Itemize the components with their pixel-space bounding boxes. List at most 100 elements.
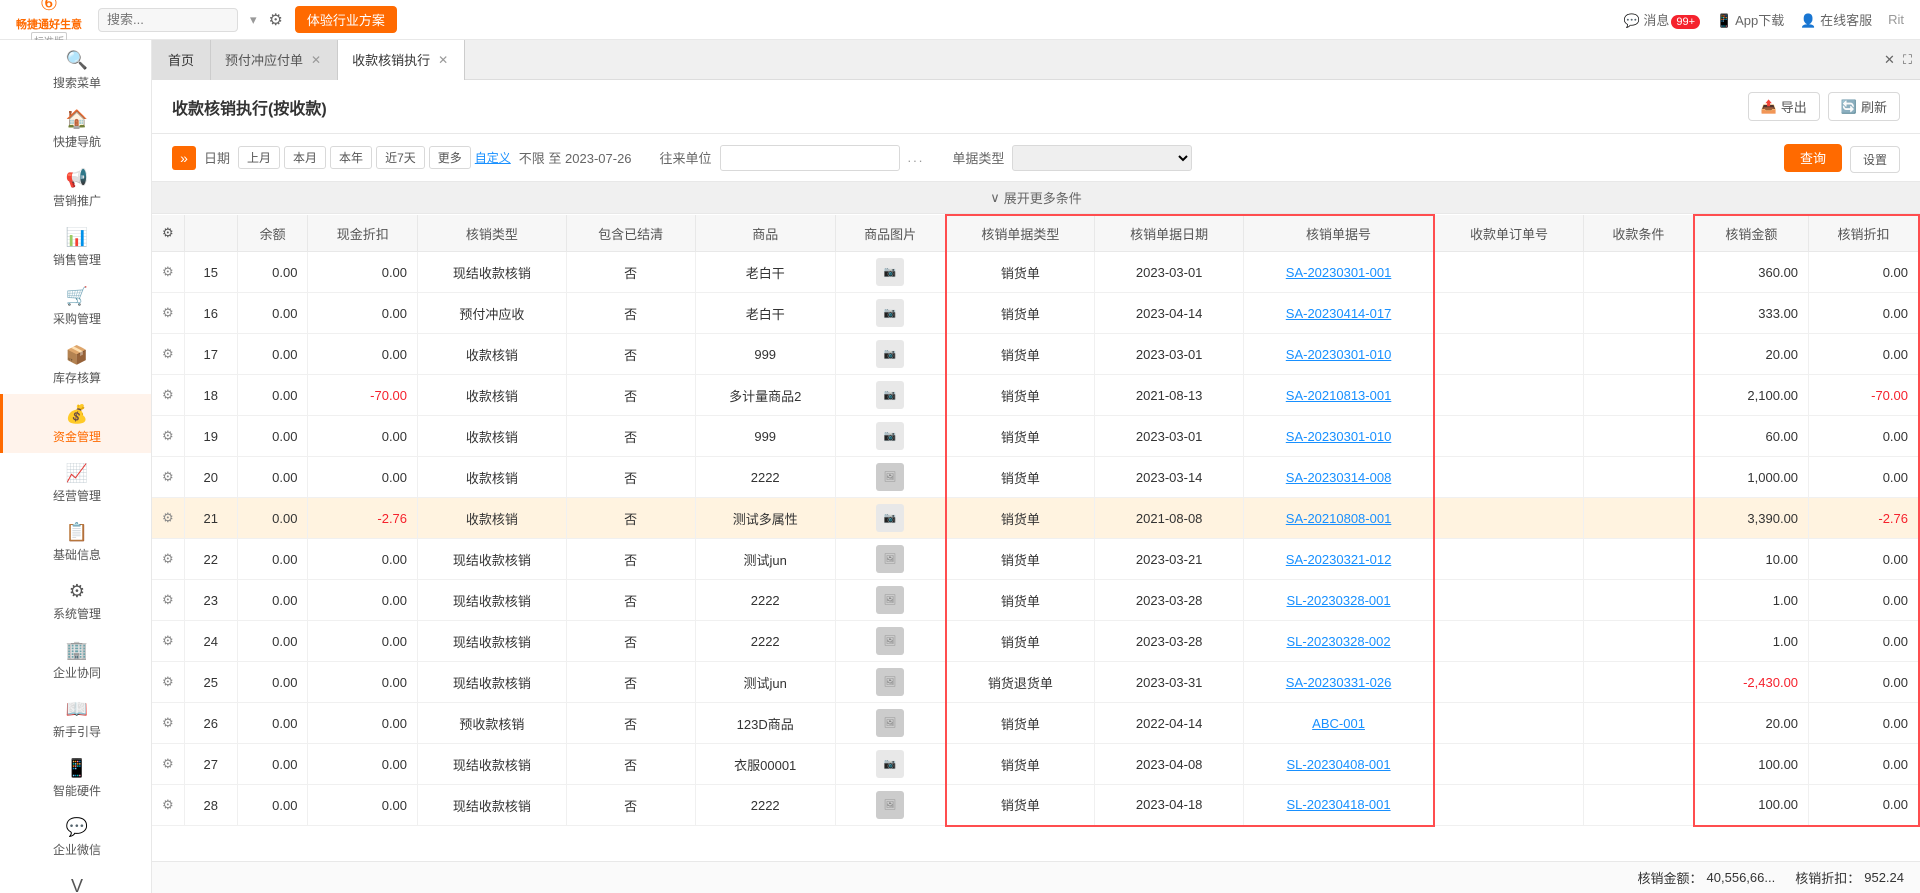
- app-download[interactable]: 📱 App下载: [1716, 10, 1784, 29]
- cell-verify-bill-no[interactable]: SA-20210813-001: [1243, 375, 1434, 416]
- date-btn-more[interactable]: 更多: [429, 146, 471, 169]
- sidebar-item-quicknav[interactable]: 🏠快捷导航: [0, 99, 151, 158]
- cell-goods-img: 🖼: [835, 785, 945, 826]
- goods-image: 📷: [876, 299, 904, 327]
- cell-verify-bill-no[interactable]: SA-20230414-017: [1243, 293, 1434, 334]
- sidebar-item-member[interactable]: V畅会员: [0, 866, 151, 893]
- sidebar-item-enterprise[interactable]: 🏢企业协同: [0, 630, 151, 689]
- sidebar-item-system[interactable]: ⚙系统管理: [0, 571, 151, 630]
- settings-button[interactable]: 设置: [1850, 146, 1900, 173]
- cell-goods-img: 🖼: [835, 621, 945, 662]
- cell-receipt-terms: [1583, 252, 1693, 293]
- cell-verify-bill-no[interactable]: SL-20230328-002: [1243, 621, 1434, 662]
- export-button[interactable]: 📤 导出: [1748, 92, 1820, 121]
- settings-icon[interactable]: ⚙: [269, 10, 283, 30]
- sidebar-item-purchase[interactable]: 🛒采购管理: [0, 276, 151, 335]
- tab-prepay[interactable]: 预付冲应付单 ✕: [211, 40, 338, 80]
- cell-settings[interactable]: ⚙: [152, 334, 184, 375]
- table-row: ⚙ 25 0.00 0.00 现结收款核销 否 测试jun 🖼 销货退货单 20…: [152, 662, 1919, 703]
- tab-close-verify[interactable]: ✕: [436, 51, 450, 69]
- tab-fullscreen-icon[interactable]: ⛶: [1903, 52, 1912, 68]
- cell-seq: 28: [184, 785, 237, 826]
- partner-filter-input[interactable]: [720, 145, 900, 171]
- cell-settings[interactable]: ⚙: [152, 785, 184, 826]
- cell-verify-bill-no[interactable]: SA-20210808-001: [1243, 498, 1434, 539]
- sidebar-icon-system: ⚙: [69, 581, 85, 602]
- cell-verify-bill-no[interactable]: SA-20230301-001: [1243, 252, 1434, 293]
- cell-settings[interactable]: ⚙: [152, 621, 184, 662]
- search-input[interactable]: [98, 8, 238, 32]
- date-btn-this-year[interactable]: 本年: [330, 146, 372, 169]
- cell-goods: 多计量商品2: [695, 375, 835, 416]
- data-table-container: ⚙ 余额 现金折扣 核销类型 包含已结清 商品 商品图片 核销单据类型 核销单据…: [152, 214, 1920, 861]
- sidebar-label-enterprise: 企业协同: [53, 664, 101, 681]
- cell-verify-bill-no[interactable]: ABC-001: [1243, 703, 1434, 744]
- tab-home[interactable]: 首页: [152, 40, 211, 80]
- sidebar-item-guide[interactable]: 📖新手引导: [0, 689, 151, 748]
- online-service[interactable]: 👤 在线客服: [1800, 10, 1872, 29]
- tab-close-prepay[interactable]: ✕: [309, 51, 323, 69]
- cell-settings[interactable]: ⚙: [152, 703, 184, 744]
- date-btn-this-month[interactable]: 本月: [284, 146, 326, 169]
- col-verify-discount: 核销折扣: [1809, 215, 1919, 252]
- cell-verify-bill-no[interactable]: SL-20230418-001: [1243, 785, 1434, 826]
- cell-receipt-order-no: [1434, 703, 1583, 744]
- refresh-button[interactable]: 🔄 刷新: [1828, 92, 1900, 121]
- cell-verify-bill-type: 销货单: [946, 621, 1095, 662]
- cell-included: 否: [566, 539, 695, 580]
- sidebar-item-basic[interactable]: 📋基础信息: [0, 512, 151, 571]
- sidebar-item-operations[interactable]: 📈经营管理: [0, 453, 151, 512]
- tab-verify[interactable]: 收款核销执行 ✕: [338, 40, 465, 80]
- date-btn-last-month[interactable]: 上月: [238, 146, 280, 169]
- cell-verify-bill-no[interactable]: SA-20230301-010: [1243, 416, 1434, 457]
- cell-verify-bill-no[interactable]: SA-20230314-008: [1243, 457, 1434, 498]
- cell-settings[interactable]: ⚙: [152, 744, 184, 785]
- cell-verify-bill-no[interactable]: SL-20230408-001: [1243, 744, 1434, 785]
- page-title: 收款核销执行(按收款): [172, 95, 327, 119]
- cell-settings[interactable]: ⚙: [152, 662, 184, 703]
- cell-settings[interactable]: ⚙: [152, 375, 184, 416]
- cell-settings[interactable]: ⚙: [152, 580, 184, 621]
- cell-settings[interactable]: ⚙: [152, 252, 184, 293]
- sidebar-label-guide: 新手引导: [53, 723, 101, 740]
- sidebar-item-finance[interactable]: 💰资金管理: [0, 394, 151, 453]
- col-settings-icon[interactable]: ⚙: [152, 215, 184, 252]
- cell-verify-bill-no[interactable]: SL-20230328-001: [1243, 580, 1434, 621]
- cell-settings[interactable]: ⚙: [152, 539, 184, 580]
- filter-expand-button[interactable]: »: [172, 146, 196, 170]
- cell-verify-bill-no[interactable]: SA-20230301-010: [1243, 334, 1434, 375]
- sidebar-item-search[interactable]: 🔍搜索菜单: [0, 40, 151, 99]
- sidebar-item-sales[interactable]: 📊销售管理: [0, 217, 151, 276]
- cell-goods-img: 📷: [835, 293, 945, 334]
- cell-settings[interactable]: ⚙: [152, 416, 184, 457]
- sidebar-item-hardware[interactable]: 📱智能硬件: [0, 748, 151, 807]
- sidebar-item-marketing[interactable]: 📢营销推广: [0, 158, 151, 217]
- date-btn-custom[interactable]: 自定义: [475, 149, 511, 166]
- cell-goods: 2222: [695, 621, 835, 662]
- cell-cash-discount: 0.00: [308, 744, 418, 785]
- dropdown-icon[interactable]: ▾: [250, 12, 257, 28]
- table-row: ⚙ 21 0.00 -2.76 收款核销 否 测试多属性 📷 销货单 2021-…: [152, 498, 1919, 539]
- cell-balance: 0.00: [237, 785, 308, 826]
- cell-verify-bill-no[interactable]: SA-20230331-026: [1243, 662, 1434, 703]
- cell-settings[interactable]: ⚙: [152, 293, 184, 334]
- cell-receipt-terms: [1583, 621, 1693, 662]
- expand-more-bar[interactable]: ∨ 展开更多条件: [152, 182, 1920, 214]
- industry-btn[interactable]: 体验行业方案: [295, 6, 397, 33]
- query-button[interactable]: 查询: [1784, 144, 1842, 172]
- sidebar-item-inventory[interactable]: 📦库存核算: [0, 335, 151, 394]
- bill-type-filter-select[interactable]: [1012, 145, 1192, 171]
- sidebar-item-wechat[interactable]: 💬企业微信: [0, 807, 151, 866]
- cell-seq: 18: [184, 375, 237, 416]
- cell-verify-bill-no[interactable]: SA-20230321-012: [1243, 539, 1434, 580]
- sidebar-icon-marketing: 📢: [66, 168, 88, 189]
- sidebar-icon-wechat: 💬: [66, 817, 88, 838]
- cell-settings[interactable]: ⚙: [152, 498, 184, 539]
- table-row: ⚙ 27 0.00 0.00 现结收款核销 否 衣服00001 📷 销货单 20…: [152, 744, 1919, 785]
- cell-settings[interactable]: ⚙: [152, 457, 184, 498]
- cell-seq: 20: [184, 457, 237, 498]
- date-btn-7days[interactable]: 近7天: [376, 146, 425, 169]
- cell-verify-bill-date: 2023-03-28: [1095, 621, 1244, 662]
- tab-close-all-icon[interactable]: ✕: [1884, 52, 1895, 68]
- message-icon[interactable]: 💬 消息99+: [1624, 10, 1701, 29]
